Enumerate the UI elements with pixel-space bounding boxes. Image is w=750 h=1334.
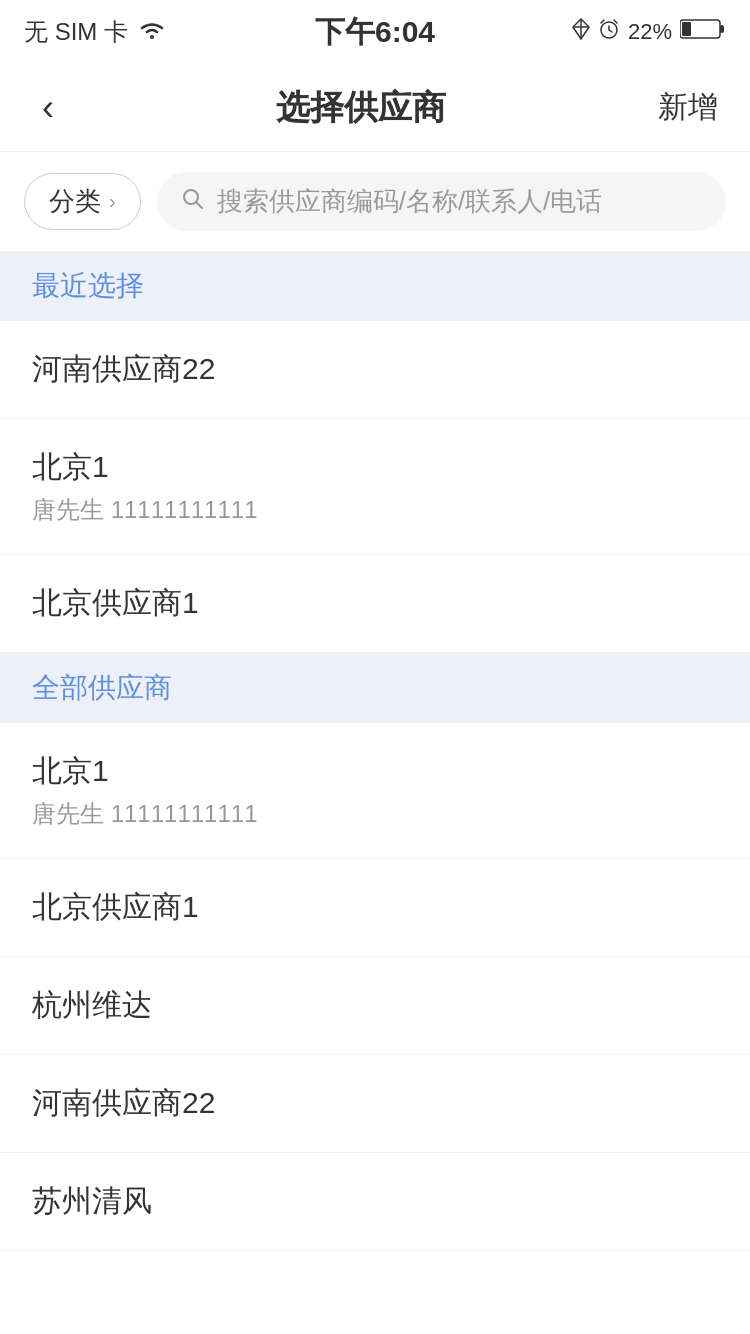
item-name: 北京1 (32, 447, 718, 488)
list-item[interactable]: 苏州清风 (0, 1153, 750, 1251)
filter-bar: 分类 › 搜索供应商编码/名称/联系人/电话 (0, 152, 750, 251)
recent-items-list: 河南供应商22 北京1 唐先生 11111111111 北京供应商1 (0, 321, 750, 653)
wifi-icon (138, 18, 166, 46)
page-title: 选择供应商 (276, 85, 446, 131)
list-item[interactable]: 河南供应商22 (0, 1055, 750, 1153)
recent-section-header: 最近选择 (0, 251, 750, 321)
carrier-text: 无 SIM 卡 (24, 16, 128, 48)
search-box[interactable]: 搜索供应商编码/名称/联系人/电话 (157, 172, 726, 231)
item-name: 北京供应商1 (32, 887, 718, 928)
svg-point-0 (150, 35, 154, 39)
recent-section-label: 最近选择 (32, 270, 144, 301)
category-label: 分类 (49, 184, 101, 219)
add-button[interactable]: 新增 (658, 87, 718, 128)
item-contact: 唐先生 11111111111 (32, 798, 718, 830)
svg-rect-4 (720, 25, 724, 33)
list-item[interactable]: 杭州维达 (0, 957, 750, 1055)
category-filter[interactable]: 分类 › (24, 173, 141, 230)
back-button[interactable]: ‹ (32, 77, 64, 139)
status-right: 22% (572, 18, 726, 46)
battery-text: 22% (628, 19, 672, 45)
search-icon (181, 187, 205, 217)
list-item[interactable]: 北京供应商1 (0, 859, 750, 957)
svg-rect-3 (682, 22, 691, 36)
item-name: 北京供应商1 (32, 583, 718, 624)
list-item[interactable]: 北京1 唐先生 11111111111 (0, 723, 750, 859)
status-left: 无 SIM 卡 (24, 16, 166, 48)
item-contact: 唐先生 11111111111 (32, 494, 718, 526)
chevron-right-icon: › (109, 190, 116, 213)
status-time: 下午6:04 (315, 12, 435, 53)
item-name: 河南供应商22 (32, 1083, 718, 1124)
status-bar: 无 SIM 卡 下午6:04 22 (0, 0, 750, 64)
all-section-label: 全部供应商 (32, 672, 172, 703)
battery-icon (680, 18, 726, 46)
all-items-list: 北京1 唐先生 11111111111 北京供应商1 杭州维达河南供应商22 苏州清风 (0, 723, 750, 1251)
item-name: 苏州清风 (32, 1181, 718, 1222)
location-icon (572, 18, 590, 46)
item-name: 北京1 (32, 751, 718, 792)
nav-bar: ‹ 选择供应商 新增 (0, 64, 750, 152)
item-name: 杭州维达 (32, 985, 718, 1026)
all-section-header: 全部供应商 (0, 653, 750, 723)
alarm-icon (598, 18, 620, 46)
list-item[interactable]: 河南供应商22 (0, 321, 750, 419)
list-item[interactable]: 北京1 唐先生 11111111111 (0, 419, 750, 555)
search-placeholder: 搜索供应商编码/名称/联系人/电话 (217, 184, 603, 219)
item-name: 河南供应商22 (32, 349, 718, 390)
list-item[interactable]: 北京供应商1 (0, 555, 750, 653)
